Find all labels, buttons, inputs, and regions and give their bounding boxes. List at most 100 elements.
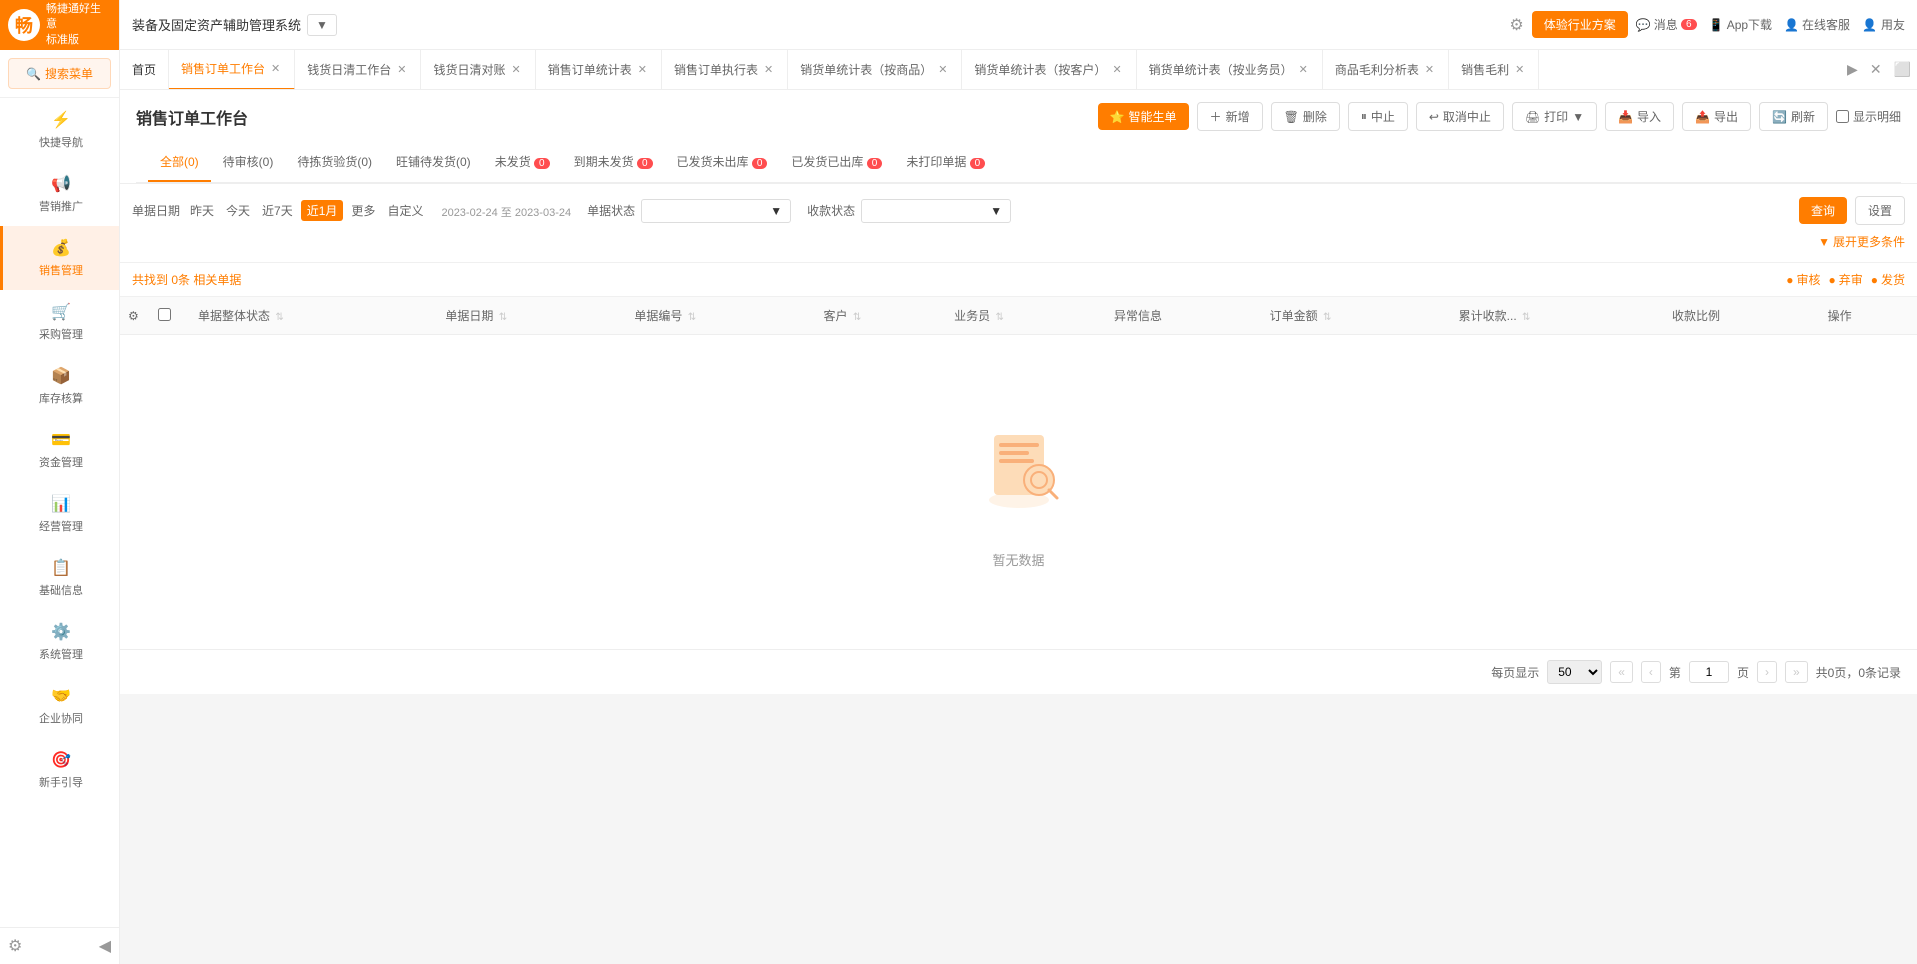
th-customer[interactable]: 客户 ⇅ [815, 297, 946, 335]
settings-bottom-button[interactable]: ⚙ [8, 936, 22, 956]
th-collected[interactable]: 累计收款... ⇅ [1451, 297, 1664, 335]
settings-filter-button[interactable]: 设置 [1855, 196, 1905, 225]
tab-sales-workbench-close[interactable]: ✕ [269, 62, 282, 75]
th-staff[interactable]: 业务员 ⇅ [946, 297, 1106, 335]
tab-delivery-customer[interactable]: 销货单统计表（按客户） ✕ [962, 50, 1136, 90]
filter-tab-wangpu[interactable]: 旺铺待发货(0) [384, 143, 483, 182]
inventory-icon: 📦 [51, 366, 71, 386]
filter-tab-all[interactable]: 全部(0) [148, 143, 211, 182]
review-action-button[interactable]: ● 审核 [1786, 271, 1820, 288]
smart-create-button[interactable]: ⭐ 智能生单 [1098, 103, 1189, 130]
sidebar-item-system[interactable]: ⚙️ 系统管理 [0, 610, 119, 674]
topbar-settings-button[interactable]: ⚙ [1509, 15, 1523, 35]
total-records: 共0页，0条记录 [1816, 664, 1901, 681]
prev-page-button[interactable]: ‹ [1641, 661, 1661, 683]
search-menu-button[interactable]: 🔍 搜索菜单 [8, 58, 111, 89]
app-download-button[interactable]: 📱 App下载 [1709, 16, 1772, 33]
sort-status-icon: ⇅ [275, 312, 283, 323]
tab-delivery-product-close[interactable]: ✕ [936, 63, 949, 76]
refresh-button[interactable]: 🔄 刷新 [1759, 102, 1828, 131]
cancel-review-action-button[interactable]: ● 弃审 [1828, 271, 1862, 288]
shortcut-today[interactable]: 今天 [222, 200, 254, 221]
shortcut-yesterday[interactable]: 昨天 [186, 200, 218, 221]
th-settings[interactable]: ⚙ [120, 297, 150, 335]
filter-tab-overdue[interactable]: 到期未发货 0 [562, 143, 665, 182]
tab-sales-more-close[interactable]: ✕ [1513, 63, 1526, 76]
th-status[interactable]: 单据整体状态 ⇅ [190, 297, 437, 335]
filter-tab-not-shipped[interactable]: 未发货 0 [483, 143, 562, 182]
shortcut-1month[interactable]: 近1月 [301, 200, 344, 221]
payment-select[interactable]: ▼ [861, 199, 1011, 223]
search-row: 单据日期 昨天 今天 近7天 近1月 更多 自定义 2023-02-24 至 2… [132, 196, 1905, 225]
last-page-button[interactable]: » [1785, 661, 1808, 683]
tab-home[interactable]: 首页 [120, 50, 169, 90]
message-button[interactable]: 💬 消息 6 [1636, 16, 1697, 33]
tab-delivery-product[interactable]: 销货单统计表（按商品） ✕ [788, 50, 962, 90]
filter-tab-pending-inspect[interactable]: 待拣货验货(0) [285, 143, 384, 182]
collab-icon: 🤝 [51, 686, 71, 706]
show-detail-checkbox-label[interactable]: 显示明细 [1836, 108, 1901, 125]
sidebar-item-basic[interactable]: 📋 基础信息 [0, 546, 119, 610]
industry-solution-button[interactable]: 体验行业方案 [1532, 11, 1628, 38]
pause-button[interactable]: ⏸ 中止 [1348, 102, 1408, 131]
tab-scroll-right-button[interactable]: ▶ [1841, 50, 1864, 90]
expand-conditions-button[interactable]: ▼ 展开更多条件 [1818, 233, 1905, 250]
sidebar-item-purchase[interactable]: 🛒 采购管理 [0, 290, 119, 354]
sidebar-item-ops[interactable]: 📊 经营管理 [0, 482, 119, 546]
page-size-select[interactable]: 10 20 50 100 [1547, 660, 1602, 684]
status-select[interactable]: ▼ [641, 199, 791, 223]
th-amount[interactable]: 订单金额 ⇅ [1262, 297, 1451, 335]
tab-margin-close[interactable]: ✕ [1423, 63, 1436, 76]
th-date[interactable]: 单据日期 ⇅ [437, 297, 626, 335]
shortcut-more[interactable]: 更多 [347, 200, 379, 221]
system-dropdown-button[interactable]: ▼ [307, 14, 337, 36]
filter-tab-shipped-out[interactable]: 已发货已出库 0 [779, 143, 894, 182]
tab-sales-exec[interactable]: 销售订单执行表 ✕ [662, 50, 788, 90]
shortcut-7days[interactable]: 近7天 [258, 200, 297, 221]
tab-sales-more[interactable]: 销售毛利 ✕ [1449, 50, 1539, 90]
online-service-button[interactable]: 👤 在线客服 [1784, 16, 1850, 33]
first-page-button[interactable]: « [1610, 661, 1633, 683]
collapse-sidebar-button[interactable]: ◀ [99, 936, 111, 956]
ship-action-button[interactable]: ● 发货 [1871, 271, 1905, 288]
tab-cash-daily[interactable]: 钱货日清工作台 ✕ [295, 50, 421, 90]
shortcut-custom[interactable]: 自定义 [383, 200, 427, 221]
page-number-input[interactable] [1689, 661, 1729, 683]
add-button[interactable]: ＋ 新增 [1197, 102, 1263, 131]
tab-margin[interactable]: 商品毛利分析表 ✕ [1323, 50, 1449, 90]
import-button[interactable]: 📥 导入 [1605, 102, 1674, 131]
sidebar-item-marketing[interactable]: 📢 营销推广 [0, 162, 119, 226]
export-button[interactable]: 📤 导出 [1682, 102, 1751, 131]
tab-delivery-customer-close[interactable]: ✕ [1110, 63, 1123, 76]
tab-delivery-staff-close[interactable]: ✕ [1297, 63, 1310, 76]
tab-close-all-button[interactable]: ✕ [1864, 50, 1888, 90]
tab-cash-daily-close[interactable]: ✕ [395, 63, 408, 76]
select-all-checkbox[interactable] [158, 308, 171, 321]
filter-tab-shipped-not-out[interactable]: 已发货未出库 0 [665, 143, 780, 182]
next-page-button[interactable]: › [1757, 661, 1777, 683]
tab-maximize-button[interactable]: ⬜ [1888, 50, 1917, 90]
tab-sales-stats-close[interactable]: ✕ [636, 63, 649, 76]
sidebar-item-quick[interactable]: ⚡ 快捷导航 [0, 98, 119, 162]
th-checkbox[interactable] [150, 297, 190, 335]
sidebar-item-guide[interactable]: 🎯 新手引导 [0, 738, 119, 802]
th-number[interactable]: 单据编号 ⇅ [626, 297, 815, 335]
sidebar-item-collab[interactable]: 🤝 企业协同 [0, 674, 119, 738]
show-detail-checkbox[interactable] [1836, 110, 1849, 123]
tab-delivery-staff[interactable]: 销货单统计表（按业务员） ✕ [1137, 50, 1323, 90]
query-button[interactable]: 查询 [1799, 197, 1847, 224]
sidebar-item-sales[interactable]: 💰 销售管理 [0, 226, 119, 290]
tab-sales-stats[interactable]: 销售订单统计表 ✕ [536, 50, 662, 90]
delete-button[interactable]: 🗑 删除 [1271, 102, 1340, 131]
filter-tab-no-print[interactable]: 未打印单据 0 [894, 143, 997, 182]
tab-cash-reconcile-close[interactable]: ✕ [510, 63, 523, 76]
tab-cash-reconcile[interactable]: 钱货日清对账 ✕ [421, 50, 535, 90]
sidebar-item-inventory[interactable]: 📦 库存核算 [0, 354, 119, 418]
filter-tab-pending-review[interactable]: 待审核(0) [211, 143, 286, 182]
cancel-pause-button[interactable]: ↩ 取消中止 [1416, 102, 1504, 131]
user-menu-button[interactable]: 👤 用友 [1862, 16, 1905, 33]
tab-sales-exec-close[interactable]: ✕ [762, 63, 775, 76]
print-button[interactable]: 🖨 打印 ▼ [1512, 102, 1597, 131]
sidebar-item-finance[interactable]: 💳 资金管理 [0, 418, 119, 482]
tab-sales-workbench[interactable]: 销售订单工作台 ✕ [169, 50, 295, 90]
